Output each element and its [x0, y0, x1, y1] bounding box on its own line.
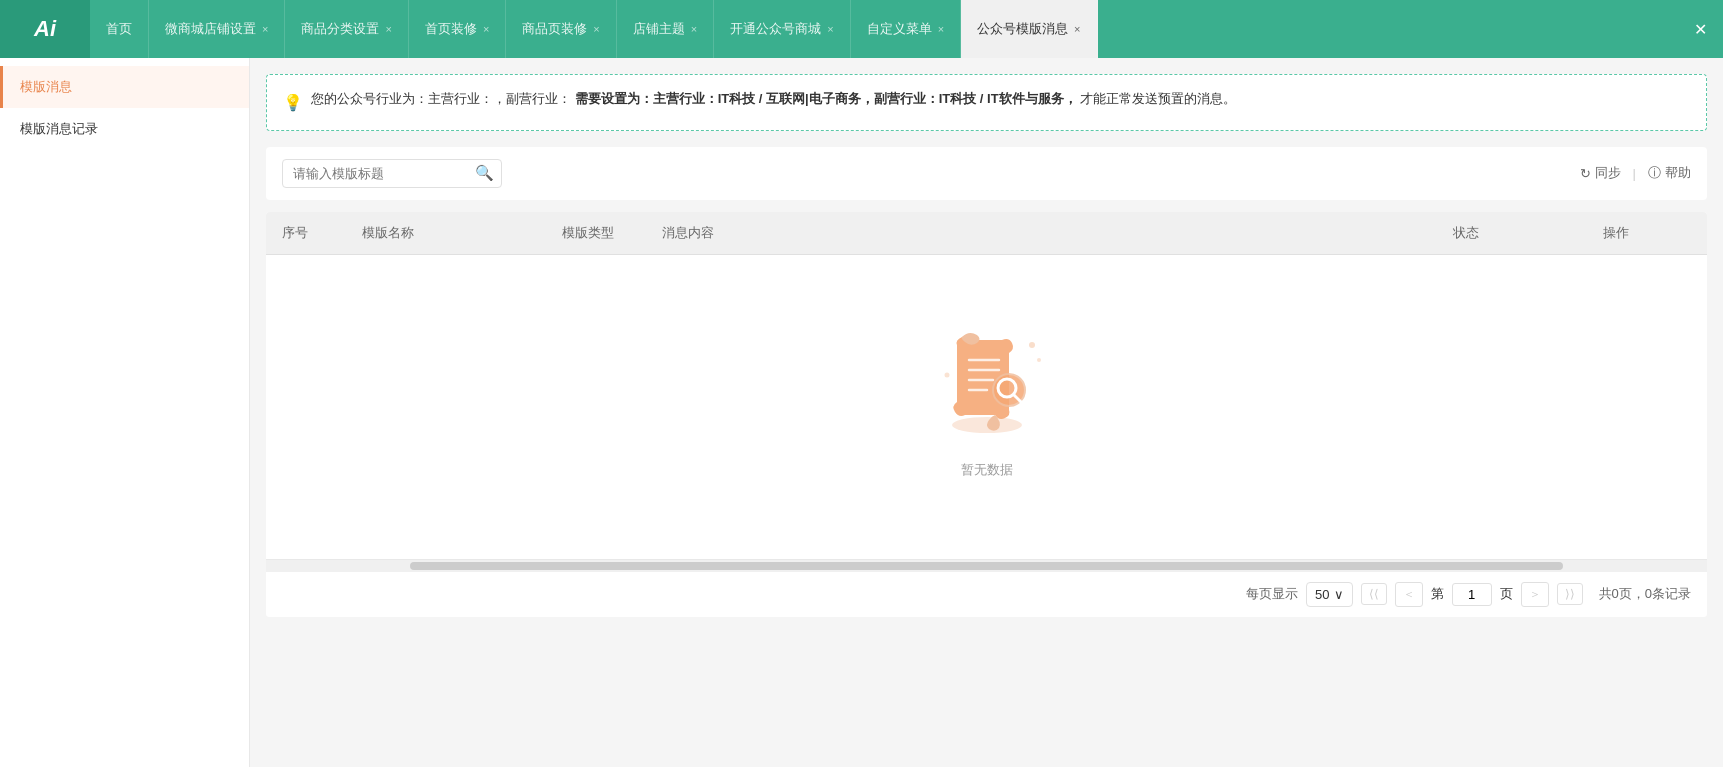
page-size-dropdown-icon: ∨: [1334, 587, 1344, 602]
svg-point-8: [1029, 342, 1035, 348]
nav-tab-product-decor[interactable]: 商品页装修 ×: [506, 0, 616, 58]
scrollbar-track[interactable]: [266, 559, 1707, 571]
nav-tab-product-category-label: 商品分类设置: [301, 20, 379, 38]
next-page-button[interactable]: ＞: [1521, 582, 1549, 607]
sidebar: 模版消息 模版消息记录: [0, 58, 250, 767]
help-icon: ⓘ: [1648, 164, 1661, 182]
nav-tab-shop-theme[interactable]: 店铺主题 ×: [617, 0, 714, 58]
nav-tab-home-decor[interactable]: 首页装修 ×: [409, 0, 506, 58]
th-type: 模版类型: [546, 212, 646, 254]
svg-point-0: [952, 417, 1022, 433]
page-total: 共0页，0条记录: [1599, 585, 1691, 603]
search-input[interactable]: [282, 159, 502, 188]
empty-state: 暂无数据: [266, 255, 1707, 559]
page-label-pre: 第: [1431, 585, 1444, 603]
nav-tab-product-category-close[interactable]: ×: [385, 23, 391, 35]
nav-tab-template-msg[interactable]: 公众号模版消息 ×: [961, 0, 1097, 58]
search-right: ↻ 同步 | ⓘ 帮助: [1580, 164, 1691, 182]
sidebar-item-template-record[interactable]: 模版消息记录: [0, 108, 249, 150]
search-input-wrap: 🔍: [282, 159, 502, 188]
app-logo: Ai: [0, 0, 90, 58]
nav-tab-home-decor-close[interactable]: ×: [483, 23, 489, 35]
prev-page-button[interactable]: ＜: [1395, 582, 1423, 607]
th-name: 模版名称: [346, 212, 546, 254]
notice-text: 您的公众号行业为：主营行业：，副营行业： 需要设置为：主营行业：IT科技 / 互…: [311, 89, 1236, 110]
table-container: 序号 模版名称 模版类型 消息内容 状态 操作: [266, 212, 1707, 617]
nav-tab-shop-theme-close[interactable]: ×: [691, 23, 697, 35]
nav-tab-product-decor-close[interactable]: ×: [593, 23, 599, 35]
th-seq: 序号: [266, 212, 346, 254]
page-size-value: 50: [1315, 587, 1329, 602]
page-input[interactable]: [1452, 583, 1492, 606]
last-page-button[interactable]: ⟩⟩: [1557, 583, 1583, 605]
th-action: 操作: [1587, 212, 1707, 254]
nav-tab-template-msg-close[interactable]: ×: [1074, 23, 1080, 35]
sync-icon: ↻: [1580, 166, 1591, 181]
nav-tab-shop-theme-label: 店铺主题: [633, 20, 685, 38]
nav-tab-open-mall[interactable]: 开通公众号商城 ×: [714, 0, 850, 58]
content-area: 💡 您的公众号行业为：主营行业：，副营行业： 需要设置为：主营行业：IT科技 /…: [250, 58, 1723, 767]
sidebar-item-template-record-label: 模版消息记录: [20, 121, 98, 136]
search-bar: 🔍 ↻ 同步 | ⓘ 帮助: [266, 147, 1707, 200]
page-size-label: 每页显示: [1246, 585, 1298, 603]
pagination-bar: 每页显示 50 ∨ ⟨⟨ ＜ 第 页 ＞ ⟩⟩ 共0页，0条记录: [266, 571, 1707, 617]
global-close-button[interactable]: ✕: [1678, 0, 1723, 58]
nav-tab-template-msg-label: 公众号模版消息: [977, 20, 1068, 38]
nav-tab-product-category[interactable]: 商品分类设置 ×: [285, 0, 408, 58]
nav-tab-custom-menu[interactable]: 自定义菜单 ×: [851, 0, 961, 58]
nav-tab-home-decor-label: 首页装修: [425, 20, 477, 38]
empty-text: 暂无数据: [961, 461, 1013, 479]
main-layout: 模版消息 模版消息记录 💡 您的公众号行业为：主营行业：，副营行业： 需要设置为…: [0, 58, 1723, 767]
search-icon[interactable]: 🔍: [475, 164, 494, 182]
svg-point-10: [944, 372, 949, 377]
notice-box: 💡 您的公众号行业为：主营行业：，副营行业： 需要设置为：主营行业：IT科技 /…: [266, 74, 1707, 131]
nav-tab-custom-menu-label: 自定义菜单: [867, 20, 932, 38]
page-size-select[interactable]: 50 ∨: [1306, 582, 1352, 607]
nav-tab-home-label: 首页: [106, 20, 132, 38]
sync-label: 同步: [1595, 164, 1621, 182]
svg-point-9: [1037, 358, 1041, 362]
nav-tab-open-mall-close[interactable]: ×: [827, 23, 833, 35]
notice-suffix: 才能正常发送预置的消息。: [1080, 91, 1236, 106]
search-left: 🔍: [282, 159, 502, 188]
help-label: 帮助: [1665, 164, 1691, 182]
help-button[interactable]: ⓘ 帮助: [1648, 164, 1691, 182]
first-page-button[interactable]: ⟨⟨: [1361, 583, 1387, 605]
nav-tab-wshop-label: 微商城店铺设置: [165, 20, 256, 38]
sidebar-item-template-msg-label: 模版消息: [20, 79, 72, 94]
notice-prefix: 您的公众号行业为：主营行业：，副营行业：: [311, 91, 571, 106]
nav-tab-wshop-close[interactable]: ×: [262, 23, 268, 35]
notice-highlight: 需要设置为：主营行业：IT科技 / 互联网|电子商务，副营行业：IT科技 / I…: [575, 91, 1077, 106]
page-label-suf: 页: [1500, 585, 1513, 603]
nav-tab-home[interactable]: 首页: [90, 0, 149, 58]
notice-icon: 💡: [283, 90, 303, 116]
sidebar-item-template-msg[interactable]: 模版消息: [0, 66, 249, 108]
empty-illustration: [927, 315, 1047, 445]
sync-button[interactable]: ↻ 同步: [1580, 164, 1621, 182]
nav-tab-open-mall-label: 开通公众号商城: [730, 20, 821, 38]
nav-tab-product-decor-label: 商品页装修: [522, 20, 587, 38]
top-navigation: Ai 首页 微商城店铺设置 × 商品分类设置 × 首页装修 × 商品页装修 × …: [0, 0, 1723, 58]
th-status: 状态: [1437, 212, 1587, 254]
scrollbar-thumb[interactable]: [410, 562, 1563, 570]
nav-tab-wshop-settings[interactable]: 微商城店铺设置 ×: [149, 0, 285, 58]
table-header: 序号 模版名称 模版类型 消息内容 状态 操作: [266, 212, 1707, 255]
divider: |: [1633, 166, 1636, 181]
th-content: 消息内容: [646, 212, 1437, 254]
nav-tab-custom-menu-close[interactable]: ×: [938, 23, 944, 35]
